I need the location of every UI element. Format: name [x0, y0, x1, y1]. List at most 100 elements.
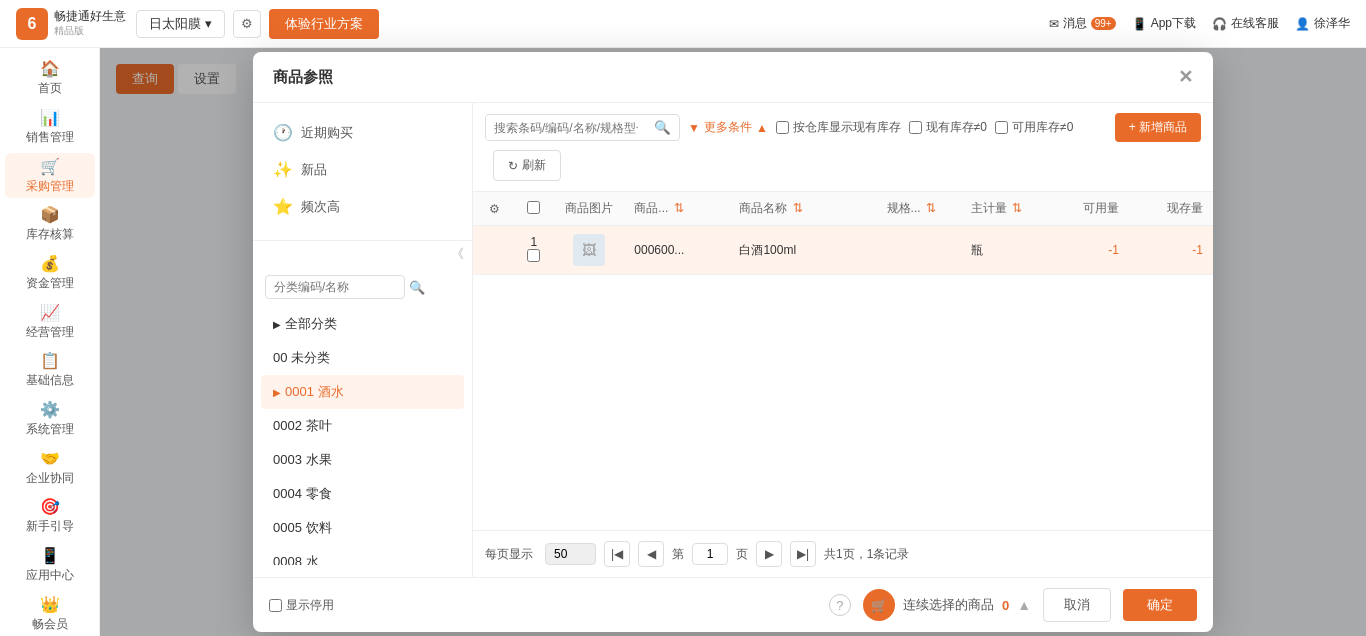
sidebar-label-business: 经营管理: [26, 324, 74, 341]
table-body: 1 🖼 000600... 白酒100ml: [473, 226, 1213, 275]
sidebar-item-member[interactable]: 👑 畅会员: [5, 591, 95, 636]
settings-icon[interactable]: ⚙: [233, 10, 261, 38]
row-stock-cell: -1: [1129, 226, 1213, 275]
left-tab-new-label: 新品: [301, 161, 327, 179]
left-tab-new[interactable]: ✨ 新品: [261, 152, 464, 187]
category-item-00[interactable]: 00 未分类: [261, 341, 464, 375]
category-search-button[interactable]: 🔍: [409, 280, 425, 295]
message-badge: 99+: [1091, 17, 1116, 30]
sidebar-item-home[interactable]: 🏠 首页: [5, 56, 95, 101]
confirm-button[interactable]: 确定: [1123, 589, 1197, 621]
chevron-up-icon: ▲: [756, 121, 768, 135]
sidebar-item-collab[interactable]: 🤝 企业协同: [5, 445, 95, 490]
category-item-0001[interactable]: ▶ 0001 酒水: [261, 375, 464, 409]
checkbox-available-stock[interactable]: 可用库存≠0: [995, 119, 1073, 136]
page-number-input[interactable]: [692, 543, 728, 565]
left-tab-recent[interactable]: 🕐 近期购买: [261, 115, 464, 150]
sidebar-item-inventory[interactable]: 📦 库存核算: [5, 202, 95, 247]
th-spec[interactable]: 规格... ⇅: [877, 192, 961, 226]
table-row[interactable]: 1 🖼 000600... 白酒100ml: [473, 226, 1213, 275]
system-icon: ⚙️: [40, 400, 60, 419]
sidebar-item-finance[interactable]: 💰 资金管理: [5, 251, 95, 296]
product-search-button[interactable]: 🔍: [646, 115, 679, 140]
refresh-button[interactable]: ↻ 刷新: [493, 150, 561, 181]
business-icon: 📈: [40, 303, 60, 322]
filter-button[interactable]: ▼ 更多条件 ▲: [688, 119, 768, 136]
warehouse-stock-checkbox[interactable]: [776, 121, 789, 134]
sidebar-item-system[interactable]: ⚙️ 系统管理: [5, 397, 95, 442]
checkbox-existing-stock[interactable]: 现有库存≠0: [909, 119, 987, 136]
row-avail-cell: -1: [1045, 226, 1129, 275]
category-label-0001: 0001 酒水: [285, 383, 344, 401]
category-item-all[interactable]: ▶ 全部分类: [261, 307, 464, 341]
available-stock-checkbox[interactable]: [995, 121, 1008, 134]
prev-page-button[interactable]: ◀: [638, 541, 664, 567]
nav-dropdown[interactable]: 日太阳膜 ▾: [136, 10, 225, 38]
sidebar-item-basic-info[interactable]: 📋 基础信息: [5, 348, 95, 393]
row-check-cell[interactable]: 1: [515, 226, 553, 275]
show-disabled-checkbox-label[interactable]: 显示停用: [269, 597, 334, 614]
top-nav: 6 畅捷通好生意 精品版 日太阳膜 ▾ ⚙ 体验行业方案 ✉ 消息 99+ 📱 …: [0, 0, 1366, 48]
dialog-title: 商品参照: [273, 68, 333, 87]
category-label-0002: 0002 茶叶: [273, 417, 332, 435]
sidebar-item-guide[interactable]: 🎯 新手引导: [5, 494, 95, 539]
sidebar-item-app-center[interactable]: 📱 应用中心: [5, 543, 95, 588]
th-code-label: 商品...: [634, 201, 668, 215]
row-checkbox[interactable]: [527, 249, 540, 262]
service-label: 在线客服: [1231, 15, 1279, 32]
cart-count: 0: [1002, 598, 1009, 613]
nav-center: 日太阳膜 ▾ ⚙ 体验行业方案: [136, 9, 1049, 39]
add-product-button[interactable]: + 新增商品: [1115, 113, 1201, 142]
close-button[interactable]: ✕: [1178, 66, 1193, 88]
row-img-cell: 🖼: [553, 226, 624, 275]
th-stock: 现存量: [1129, 192, 1213, 226]
product-table-container: ⚙ 商品图片 商品... ⇅ 商品名称: [473, 192, 1213, 530]
category-item-0005[interactable]: 0005 饮料: [261, 511, 464, 545]
next-page-button[interactable]: ▶: [756, 541, 782, 567]
cancel-button[interactable]: 取消: [1043, 588, 1111, 622]
category-item-0004[interactable]: 0004 零食: [261, 477, 464, 511]
user-nav-item[interactable]: 👤 徐泽华: [1295, 15, 1350, 32]
sidebar-item-business[interactable]: 📈 经营管理: [5, 299, 95, 344]
category-label-0005: 0005 饮料: [273, 519, 332, 537]
category-item-0003[interactable]: 0003 水果: [261, 443, 464, 477]
checkbox-warehouse-stock[interactable]: 按仓库显示现有库存: [776, 119, 901, 136]
help-icon[interactable]: ?: [829, 594, 851, 616]
category-search-input[interactable]: [265, 275, 405, 299]
product-table: ⚙ 商品图片 商品... ⇅ 商品名称: [473, 192, 1213, 275]
row-spec-cell: [877, 226, 961, 275]
trial-button[interactable]: 体验行业方案: [269, 9, 379, 39]
sidebar-label-collab: 企业协同: [26, 470, 74, 487]
th-unit[interactable]: 主计量 ⇅: [961, 192, 1045, 226]
category-item-0008[interactable]: 0008 水: [261, 545, 464, 565]
app-download-nav-item[interactable]: 📱 App下载: [1132, 15, 1196, 32]
sidebar-item-purchase[interactable]: 🛒 采购管理: [5, 153, 95, 198]
refresh-label: 刷新: [522, 157, 546, 174]
messages-nav-item[interactable]: ✉ 消息 99+: [1049, 15, 1116, 32]
collapse-cart-icon[interactable]: ▲: [1017, 597, 1031, 613]
show-disabled-checkbox[interactable]: [269, 599, 282, 612]
customer-service-nav-item[interactable]: 🎧 在线客服: [1212, 15, 1279, 32]
left-tab-frequent[interactable]: ⭐ 频次高: [261, 189, 464, 224]
first-page-button[interactable]: |◀: [604, 541, 630, 567]
home-icon: 🏠: [40, 59, 60, 78]
sidebar-item-sales[interactable]: 📊 销售管理: [5, 105, 95, 150]
cart-icon[interactable]: 🛒: [863, 589, 895, 621]
th-spec-label: 规格...: [887, 201, 921, 215]
category-item-0002[interactable]: 0002 茶叶: [261, 409, 464, 443]
th-settings[interactable]: ⚙: [473, 192, 515, 226]
page-size-select[interactable]: 50 10 20 100: [545, 543, 596, 565]
last-page-button[interactable]: ▶|: [790, 541, 816, 567]
product-search-input[interactable]: [486, 116, 646, 140]
select-all-checkbox[interactable]: [527, 201, 540, 214]
existing-stock-checkbox[interactable]: [909, 121, 922, 134]
expand-arrow-icon: ▶: [273, 319, 281, 330]
th-check[interactable]: [515, 192, 553, 226]
product-image-placeholder: 🖼: [573, 234, 605, 266]
th-code[interactable]: 商品... ⇅: [624, 192, 729, 226]
logo-text-block: 畅捷通好生意 精品版: [54, 9, 126, 39]
dialog-header: 商品参照 ✕: [253, 52, 1213, 103]
th-name[interactable]: 商品名称 ⇅: [729, 192, 876, 226]
collapse-button[interactable]: 《: [253, 245, 472, 271]
category-label-00: 00 未分类: [273, 349, 330, 367]
